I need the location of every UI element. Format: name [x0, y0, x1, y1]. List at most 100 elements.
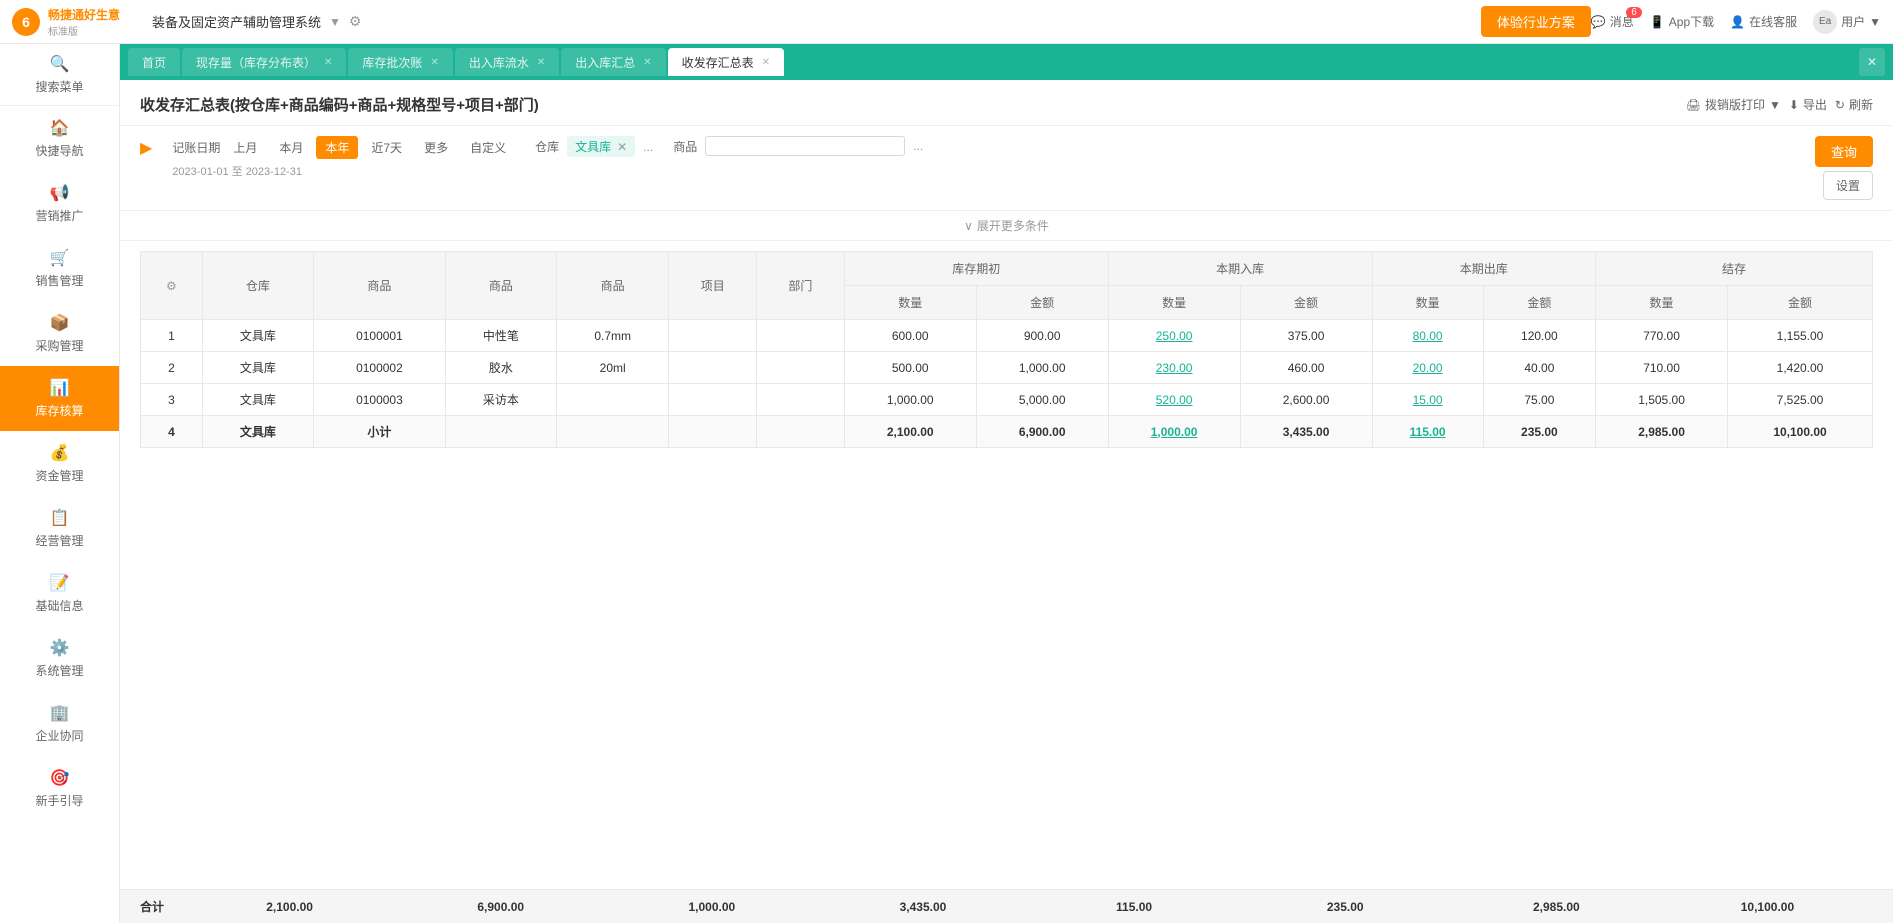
- sidebar-item-basic-info[interactable]: 📝 基础信息: [0, 561, 119, 626]
- logo-sub: 标准版: [48, 23, 120, 38]
- date-filter-label: 记账日期: [172, 139, 220, 156]
- th-product-code: 商品: [313, 252, 445, 320]
- user-dropdown-icon: ▼: [1869, 15, 1881, 29]
- cell-closing-amount-3: 7,525.00: [1728, 384, 1873, 416]
- subtotal-opening-qty: 2,100.00: [844, 416, 976, 448]
- cell-in-qty-3[interactable]: 520.00: [1108, 384, 1240, 416]
- cell-in-qty-1[interactable]: 250.00: [1108, 320, 1240, 352]
- online-service-button[interactable]: 👤 在线客服: [1730, 13, 1797, 30]
- sidebar-item-search[interactable]: 🔍 搜索菜单: [0, 44, 119, 106]
- cell-out-qty-1[interactable]: 80.00: [1372, 320, 1483, 352]
- filter-arrow[interactable]: ▶: [140, 138, 152, 158]
- cell-closing-qty-2: 710.00: [1596, 352, 1728, 384]
- tab-receive-send-summary[interactable]: 收发存汇总表 ✕: [668, 48, 784, 76]
- date-btn-more[interactable]: 更多: [415, 136, 457, 159]
- cell-in-amount-2: 460.00: [1240, 352, 1372, 384]
- user-menu[interactable]: Ea 用户 ▼: [1813, 10, 1881, 34]
- tab-close-batch-account[interactable]: ✕: [430, 57, 438, 68]
- cell-in-amount-3: 2,600.00: [1240, 384, 1372, 416]
- date-btn-this-year[interactable]: 本年: [316, 136, 358, 159]
- tab-close-inventory-dist[interactable]: ✕: [324, 57, 332, 68]
- cell-in-qty-2[interactable]: 230.00: [1108, 352, 1240, 384]
- trial-button[interactable]: 体验行业方案: [1481, 6, 1591, 37]
- cell-out-qty-2[interactable]: 20.00: [1372, 352, 1483, 384]
- system-title-bar: 装备及固定资产辅助管理系统 ▼ ⚙: [152, 12, 1461, 31]
- cell-department-2: [757, 352, 845, 384]
- cell-opening-qty-3: 1,000.00: [844, 384, 976, 416]
- subtotal-in-amount: 3,435.00: [1240, 416, 1372, 448]
- sidebar-item-inventory[interactable]: 📊 库存核算: [0, 366, 119, 431]
- sidebar-item-operation[interactable]: 📋 经营管理: [0, 496, 119, 561]
- product-more[interactable]: ...: [913, 139, 923, 153]
- sidebar-item-guide[interactable]: 🎯 新手引导: [0, 756, 119, 821]
- settings-icon[interactable]: ⚙: [349, 13, 362, 30]
- cell-out-qty-3[interactable]: 15.00: [1372, 384, 1483, 416]
- export-button[interactable]: ⬇ 导出: [1789, 96, 1827, 113]
- sidebar-item-sales[interactable]: 🛒 销售管理: [0, 236, 119, 301]
- warehouse-tag-close[interactable]: ✕: [617, 140, 627, 154]
- total-out-qty: 115.00: [1029, 900, 1240, 914]
- page-title: 收发存汇总表(按仓库+商品编码+商品+规格型号+项目+部门): [140, 94, 539, 115]
- sidebar-item-purchase[interactable]: 📦 采购管理: [0, 301, 119, 366]
- tab-inventory-dist[interactable]: 现存量（库存分布表） ✕: [182, 48, 346, 76]
- product-input-area[interactable]: [705, 136, 905, 156]
- cell-product-name-3: 采访本: [445, 384, 556, 416]
- cell-warehouse-3: 文具库: [202, 384, 313, 416]
- tab-batch-account[interactable]: 库存批次账 ✕: [348, 48, 452, 76]
- service-icon: 👤: [1730, 15, 1745, 29]
- subtotal-out-qty[interactable]: 115.00: [1372, 416, 1483, 448]
- system-icon: ⚙️: [50, 638, 70, 658]
- tab-stock-flow[interactable]: 出入库流水 ✕: [455, 48, 559, 76]
- filter-date-col: 记账日期 上月 本月 本年 近7天 更多 自定义 2023-01-01 至 20…: [172, 136, 515, 179]
- date-btn-last-month[interactable]: 上月: [224, 136, 266, 159]
- product-search-input[interactable]: [714, 139, 896, 153]
- system-name: 装备及固定资产辅助管理系统: [152, 12, 321, 31]
- page-header: 收发存汇总表(按仓库+商品编码+商品+规格型号+项目+部门) 🖨 拨销版打印 ▼…: [120, 80, 1893, 126]
- cell-product-spec-2: 20ml: [556, 352, 668, 384]
- dropdown-icon[interactable]: ▼: [329, 15, 341, 29]
- subtotal-row: 4 文具库 小计 2,100.00 6,900.00 1,000.00 3,43…: [141, 416, 1873, 448]
- message-button[interactable]: 💬 消息 6: [1591, 13, 1634, 30]
- tab-close-stock-flow[interactable]: ✕: [537, 57, 545, 68]
- page-actions: 🖨 拨销版打印 ▼ ⬇ 导出 ↻ 刷新: [1686, 96, 1873, 113]
- purchase-icon: 📦: [50, 313, 70, 333]
- app-download-button[interactable]: 📱 App下载: [1650, 13, 1714, 30]
- query-button[interactable]: 查询: [1815, 136, 1873, 167]
- total-out-amount: 235.00: [1240, 900, 1451, 914]
- tab-home[interactable]: 首页: [128, 48, 180, 76]
- print-button[interactable]: 🖨 拨销版打印 ▼: [1686, 96, 1781, 113]
- page-content: 收发存汇总表(按仓库+商品编码+商品+规格型号+项目+部门) 🖨 拨销版打印 ▼…: [120, 80, 1893, 923]
- expand-conditions-button[interactable]: ∨ 展开更多条件: [964, 217, 1049, 234]
- date-btn-custom[interactable]: 自定义: [461, 136, 515, 159]
- filter-row: ▶ 记账日期 上月 本月 本年 近7天 更多 自定义 2023-01-01 至 …: [120, 126, 1893, 211]
- tab-close-receive-send-summary[interactable]: ✕: [762, 57, 770, 68]
- total-in-qty: 1,000.00: [606, 900, 817, 914]
- date-btn-this-month[interactable]: 本月: [270, 136, 312, 159]
- sidebar-item-system[interactable]: ⚙️ 系统管理: [0, 626, 119, 691]
- cell-product-spec-1: 0.7mm: [556, 320, 668, 352]
- refresh-icon: ↻: [1835, 98, 1845, 112]
- guide-icon: 🎯: [50, 768, 70, 788]
- sidebar-item-marketing[interactable]: 📢 营销推广: [0, 171, 119, 236]
- tab-stock-summary[interactable]: 出入库汇总 ✕: [561, 48, 665, 76]
- subtotal-warehouse: 文具库: [202, 416, 313, 448]
- refresh-button[interactable]: ↻ 刷新: [1835, 96, 1873, 113]
- sidebar-item-quick-nav[interactable]: 🏠 快捷导航: [0, 106, 119, 171]
- marketing-icon: 📢: [50, 183, 70, 203]
- cell-product-name-1: 中性笔: [445, 320, 556, 352]
- header-right: 💬 消息 6 📱 App下载 👤 在线客服 Ea 用户 ▼: [1591, 10, 1881, 34]
- table-container: ⚙ 仓库 商品 商品 商品 项目 部门 库存期初 本期入库 本期出库 结存: [120, 241, 1893, 458]
- th-settings[interactable]: ⚙: [141, 252, 203, 320]
- date-btn-7-days[interactable]: 近7天: [362, 136, 411, 159]
- sidebar-item-enterprise[interactable]: 🏢 企业协同: [0, 691, 119, 756]
- th-opening-qty: 数量: [844, 286, 976, 320]
- tab-close-all[interactable]: ✕: [1859, 48, 1885, 76]
- message-badge: 6: [1626, 7, 1642, 18]
- cell-closing-qty-3: 1,505.00: [1596, 384, 1728, 416]
- tab-close-stock-summary[interactable]: ✕: [643, 57, 651, 68]
- subtotal-in-qty[interactable]: 1,000.00: [1108, 416, 1240, 448]
- warehouse-more[interactable]: ...: [643, 140, 653, 154]
- filter-warehouse-col: 仓库 文具库 ✕ ...: [535, 136, 653, 157]
- setting-button[interactable]: 设置: [1823, 171, 1873, 200]
- sidebar-item-finance[interactable]: 💰 资金管理: [0, 431, 119, 496]
